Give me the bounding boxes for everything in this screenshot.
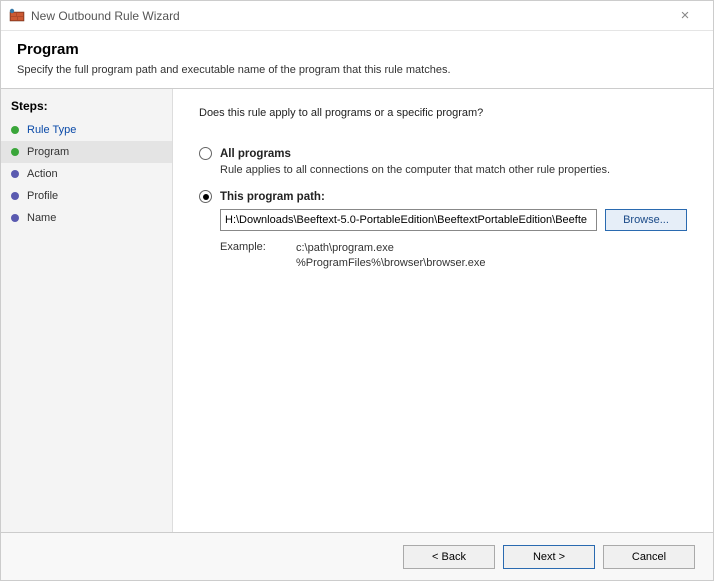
label-all-programs: All programs bbox=[220, 148, 291, 160]
steps-sidebar: Steps: Rule Type Program Action Profile … bbox=[1, 89, 173, 532]
page-subtext: Specify the full program path and execut… bbox=[17, 64, 697, 76]
step-action[interactable]: Action bbox=[1, 163, 172, 185]
program-path-input[interactable] bbox=[220, 209, 597, 231]
steps-title: Steps: bbox=[1, 95, 172, 119]
radio-all-programs[interactable] bbox=[199, 147, 212, 160]
option-all-programs: All programs Rule applies to all connect… bbox=[199, 147, 687, 176]
step-rule-type[interactable]: Rule Type bbox=[1, 119, 172, 141]
example-label: Example: bbox=[220, 241, 296, 272]
window-title: New Outbound Rule Wizard bbox=[31, 9, 665, 23]
radio-program-path[interactable] bbox=[199, 190, 212, 203]
page-heading: Program bbox=[17, 41, 697, 58]
cancel-button[interactable]: Cancel bbox=[603, 545, 695, 569]
option-program-path: This program path: Browse... Example: c:… bbox=[199, 190, 687, 272]
wizard-header: Program Specify the full program path an… bbox=[1, 31, 713, 88]
browse-button[interactable]: Browse... bbox=[605, 209, 687, 231]
firewall-icon bbox=[9, 8, 25, 24]
wizard-footer: < Back Next > Cancel bbox=[1, 532, 713, 580]
back-button[interactable]: < Back bbox=[403, 545, 495, 569]
titlebar: New Outbound Rule Wizard × bbox=[1, 1, 713, 31]
step-name[interactable]: Name bbox=[1, 207, 172, 229]
wizard-content: Does this rule apply to all programs or … bbox=[173, 89, 713, 532]
step-profile[interactable]: Profile bbox=[1, 185, 172, 207]
example-paths: c:\path\program.exe %ProgramFiles%\brows… bbox=[296, 241, 486, 272]
next-button[interactable]: Next > bbox=[503, 545, 595, 569]
label-program-path: This program path: bbox=[220, 191, 325, 203]
desc-all-programs: Rule applies to all connections on the c… bbox=[220, 164, 687, 176]
question-text: Does this rule apply to all programs or … bbox=[199, 107, 687, 119]
close-icon[interactable]: × bbox=[665, 7, 705, 24]
step-program[interactable]: Program bbox=[1, 141, 172, 163]
